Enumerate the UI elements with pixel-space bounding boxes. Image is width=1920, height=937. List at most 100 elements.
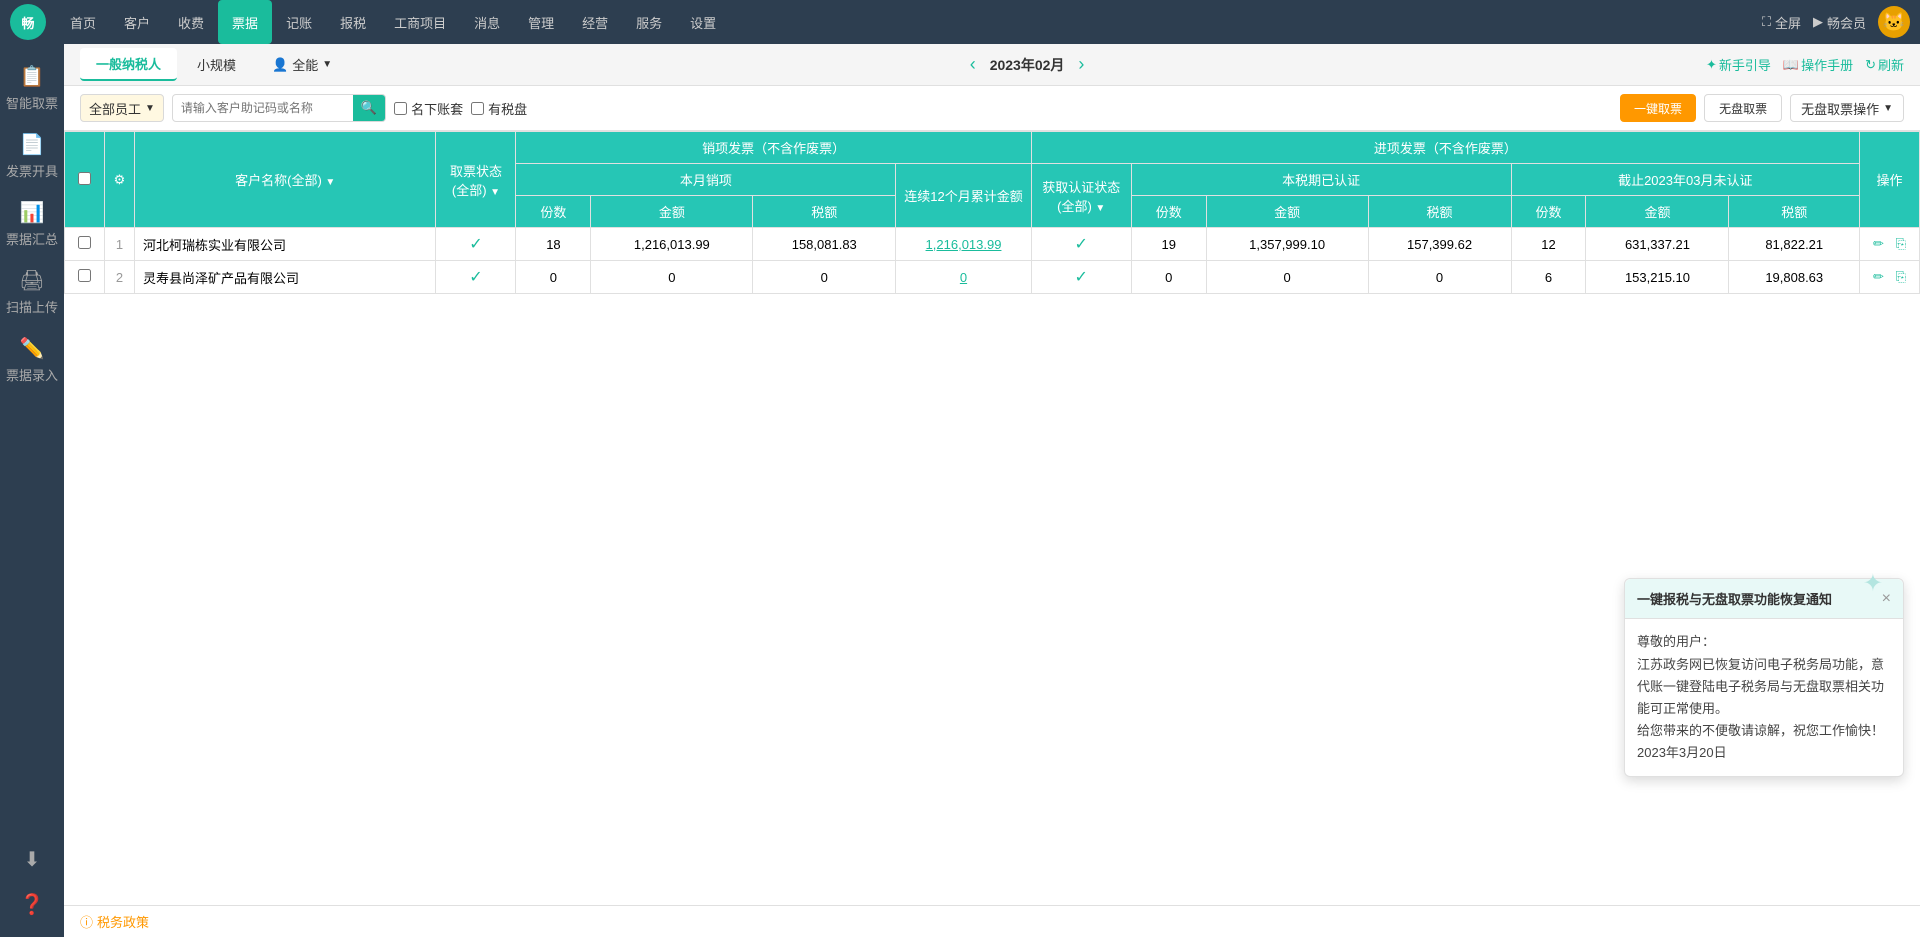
select-all-checkbox[interactable] [78, 172, 91, 185]
search-button[interactable]: 🔍 [353, 94, 385, 122]
td-sales-amount: 0 [591, 261, 753, 294]
main-layout: 📋 智能取票 📄 发票开具 📊 票据汇总 🖨 扫描上传 ✏️ 票据录入 ⬇ ❓ … [0, 44, 1920, 937]
td-purchase-amount: 0 [1206, 261, 1368, 294]
tab-general-taxpayer[interactable]: 一般纳税人 [80, 48, 177, 81]
copy-icon[interactable]: ⎘ [1896, 236, 1906, 251]
notification-close-btn[interactable]: × [1882, 590, 1891, 608]
td-uncert-tax: 19,808.63 [1729, 261, 1860, 294]
td-cert-status: ✓ [1031, 261, 1131, 294]
th-current-period: 本税期已认证 [1131, 164, 1511, 196]
td-12month-amount[interactable]: 0 [896, 261, 1031, 294]
toolbar-right: 一键取票 无盘取票 无盘取票操作 ▼ [1620, 94, 1904, 122]
smart-fetch-icon: 📋 [20, 64, 45, 89]
chevron-down-icon: ▼ [1883, 103, 1893, 114]
sidebar-help-btn[interactable]: ❓ [10, 882, 55, 927]
nav-home[interactable]: 首页 [56, 0, 110, 44]
nav-invoice[interactable]: 票据 [218, 0, 272, 44]
settings-icon: ⚙ [114, 172, 126, 187]
nav-business[interactable]: 工商项目 [380, 0, 460, 44]
td-sales-tax: 158,081.83 [753, 228, 896, 261]
td-ops: ✏ ⎘ [1860, 261, 1920, 294]
prev-month-btn[interactable]: ‹ [964, 52, 982, 77]
employee-filter[interactable]: 全部员工 ▼ [80, 94, 164, 122]
sidebar-download-btn[interactable]: ⬇ [14, 837, 51, 882]
avatar[interactable]: 🐱 [1878, 6, 1910, 38]
td-purchase-shares: 0 [1131, 261, 1206, 294]
diskless-operation-btn[interactable]: 无盘取票操作 ▼ [1790, 94, 1904, 122]
notification-header: 一键报税与无盘取票功能恢复通知 × [1625, 579, 1903, 619]
td-12month-amount[interactable]: 1,216,013.99 [896, 228, 1031, 261]
th-sales-shares: 份数 [516, 196, 591, 228]
th-uncert-amount: 金额 [1586, 196, 1729, 228]
sidebar-item-smart-fetch[interactable]: 📋 智能取票 [0, 54, 64, 122]
td-purchase-shares: 19 [1131, 228, 1206, 261]
checkbox-taxdisk[interactable]: 有税盘 [471, 99, 527, 118]
table-row: 1 河北柯瑞栋实业有限公司 ✓ 18 1,216,013.99 158,081.… [65, 228, 1920, 261]
th-12month: 连续12个月累计金额 [896, 164, 1031, 228]
row-checkbox[interactable] [78, 269, 91, 282]
table-row: 2 灵寿县尚泽矿产品有限公司 ✓ 0 0 0 0 ✓ 0 0 0 6 153,2… [65, 261, 1920, 294]
one-click-fetch-btn[interactable]: 一键取票 [1620, 94, 1696, 122]
content-area: 一般纳税人 小规模 👤 全能 ▼ ‹ 2023年02月 › ✦ 新手引导 📖 操… [64, 44, 1920, 937]
account-checkbox[interactable] [394, 102, 407, 115]
month-nav: ‹ 2023年02月 › [964, 52, 1091, 77]
manual-link[interactable]: 📖 操作手册 [1783, 55, 1853, 74]
chevron-down-icon: ▼ [322, 59, 332, 70]
nav-tax[interactable]: 报税 [326, 0, 380, 44]
edit-icon[interactable]: ✏ [1873, 269, 1884, 284]
sidebar-item-summary[interactable]: 📊 票据汇总 [0, 190, 64, 258]
next-month-btn[interactable]: › [1072, 52, 1090, 77]
refresh-icon: ↻ [1865, 57, 1876, 73]
nav-message[interactable]: 消息 [460, 0, 514, 44]
nav-service[interactable]: 服务 [622, 0, 676, 44]
guide-link[interactable]: ✦ 新手引导 [1706, 55, 1771, 74]
nav-settings[interactable]: 设置 [676, 0, 730, 44]
toolbar: 全部员工 ▼ 🔍 名下账套 有税盘 一键取票 无盘取票 无 [64, 86, 1920, 131]
member-btn[interactable]: ▶ 畅会员 [1813, 13, 1866, 32]
cert-check-icon: ✓ [1075, 236, 1088, 253]
th-client-name: 客户名称(全部) ▼ [135, 132, 436, 228]
filter-icon[interactable]: ▼ [325, 177, 335, 188]
top-navigation: 畅 首页 客户 收费 票据 记账 报税 工商项目 消息 管理 经营 服务 设置 … [0, 0, 1920, 44]
info-icon: ⓘ [80, 912, 93, 931]
copy-icon[interactable]: ⎘ [1896, 269, 1906, 284]
td-uncert-amount: 631,337.21 [1586, 228, 1729, 261]
nav-account[interactable]: 记账 [272, 0, 326, 44]
sidebar-item-scan[interactable]: 🖨 扫描上传 [0, 258, 64, 326]
cert-filter-icon[interactable]: ▼ [1095, 203, 1105, 214]
invoice-table-wrap: ⚙ 客户名称(全部) ▼ 取票状态(全部) ▼ 销项发票（不含作废票） 进项发票… [64, 131, 1920, 905]
nav-manage[interactable]: 管理 [514, 0, 568, 44]
th-purchase-tax: 税额 [1368, 196, 1511, 228]
td-fetch-status: ✓ [436, 261, 516, 294]
notification-body: 尊敬的用户：江苏政务网已恢复访问电子税务局功能，意代账一键登陆电子税务局与无盘取… [1625, 619, 1903, 776]
guide-icon: ✦ [1706, 57, 1717, 73]
sidebar-item-entry[interactable]: ✏️ 票据录入 [0, 326, 64, 394]
tax-policy-link[interactable]: ⓘ 税务政策 [80, 912, 149, 931]
nav-fee[interactable]: 收费 [164, 0, 218, 44]
sidebar: 📋 智能取票 📄 发票开具 📊 票据汇总 🖨 扫描上传 ✏️ 票据录入 ⬇ ❓ [0, 44, 64, 937]
refresh-link[interactable]: ↻ 刷新 [1865, 55, 1904, 74]
app-logo: 畅 [10, 4, 46, 40]
th-uncert: 截止2023年03月未认证 [1511, 164, 1859, 196]
fullscreen-btn[interactable]: ⛶ 全屏 [1762, 13, 1801, 32]
diskless-fetch-btn[interactable]: 无盘取票 [1704, 94, 1782, 122]
taxdisk-checkbox[interactable] [471, 102, 484, 115]
row-checkbox[interactable] [78, 236, 91, 249]
td-sales-amount: 1,216,013.99 [591, 228, 753, 261]
checkbox-account[interactable]: 名下账套 [394, 99, 463, 118]
nav-client[interactable]: 客户 [110, 0, 164, 44]
sidebar-item-invoice-open[interactable]: 📄 发票开具 [0, 122, 64, 190]
sidebar-bottom: ⬇ ❓ [10, 837, 55, 937]
td-purchase-tax: 0 [1368, 261, 1511, 294]
chevron-down-icon: ▼ [145, 103, 155, 114]
invoice-open-icon: 📄 [20, 132, 45, 157]
scan-icon: 🖨 [19, 268, 44, 293]
nav-operation[interactable]: 经营 [568, 0, 622, 44]
tab-all[interactable]: 👤 全能 ▼ [256, 49, 348, 80]
status-filter-icon[interactable]: ▼ [490, 187, 500, 198]
edit-icon[interactable]: ✏ [1873, 236, 1884, 251]
notification-text: 尊敬的用户：江苏政务网已恢复访问电子税务局功能，意代账一键登陆电子税务局与无盘取… [1637, 634, 1884, 759]
search-input[interactable] [173, 101, 353, 115]
tab-small-scale[interactable]: 小规模 [181, 49, 252, 80]
td-fetch-status: ✓ [436, 228, 516, 261]
